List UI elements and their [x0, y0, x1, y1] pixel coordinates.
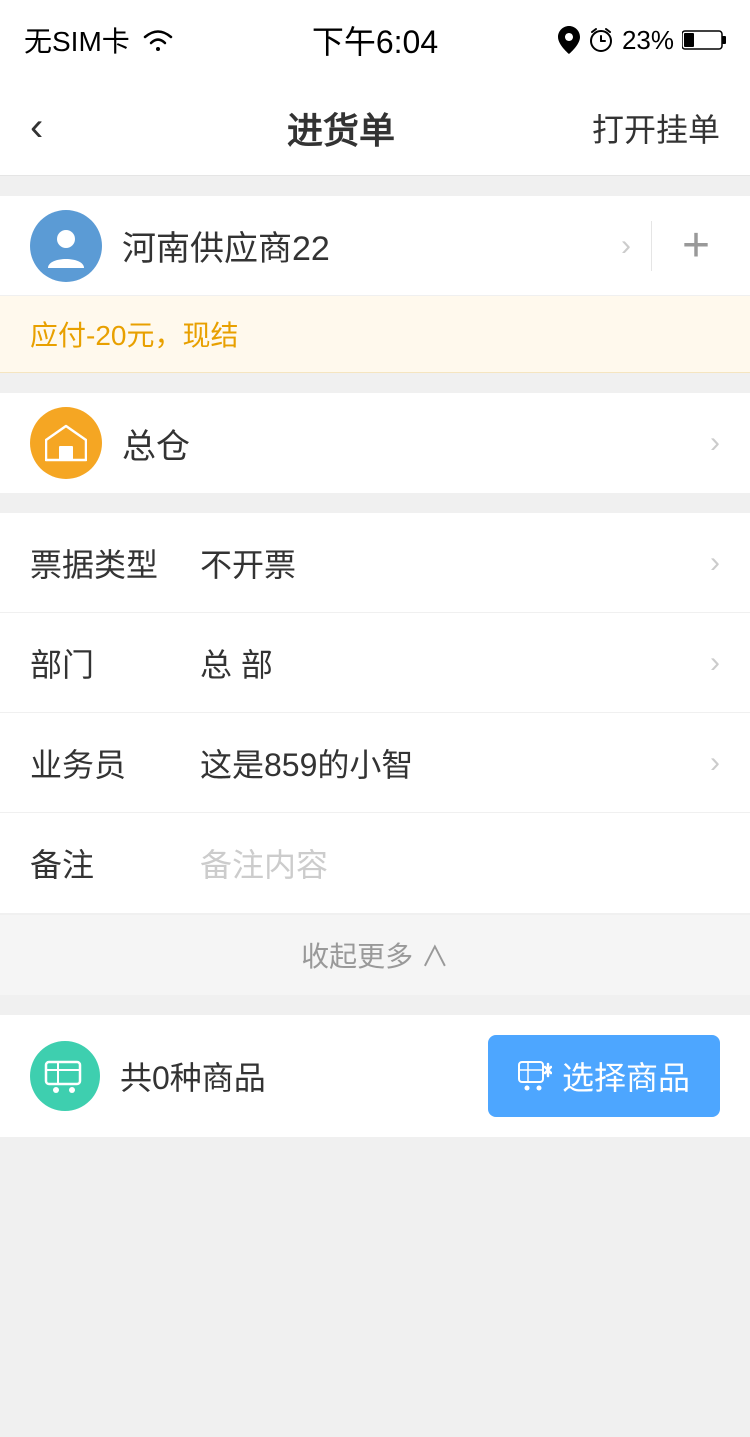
cart-icon [44, 1058, 86, 1094]
warehouse-name: 总仓 [122, 419, 700, 468]
page-background [0, 1137, 750, 1437]
collapse-button[interactable]: 收起更多 ∧ [0, 915, 750, 995]
open-pending-button[interactable]: 打开挂单 [592, 105, 720, 151]
page-title: 进货单 [287, 102, 395, 154]
back-button[interactable]: ‹ [30, 105, 90, 150]
add-supplier-button[interactable]: + [672, 218, 720, 273]
notice-banner: 应付-20元，现结 [0, 296, 750, 373]
select-product-label: 选择商品 [562, 1053, 690, 1099]
invoice-type-row[interactable]: 票据类型 不开票 › [0, 513, 750, 613]
invoice-type-value: 不开票 [180, 540, 710, 586]
salesperson-label: 业务员 [30, 740, 180, 786]
product-icon [30, 1041, 100, 1111]
wifi-icon [140, 27, 176, 53]
battery-label: 23% [622, 25, 674, 56]
status-time: 下午6:04 [312, 17, 438, 63]
status-right: 23% [558, 25, 726, 56]
supplier-divider [651, 221, 652, 271]
remark-label: 备注 [30, 840, 180, 886]
section-gap-1 [0, 176, 750, 196]
remark-row[interactable]: 备注 备注内容 [0, 813, 750, 913]
salesperson-row[interactable]: 业务员 这是859的小智 › [0, 713, 750, 813]
person-icon [44, 224, 88, 268]
notice-text: 应付-20元，现结 [30, 320, 238, 351]
salesperson-chevron-icon: › [710, 746, 720, 780]
alarm-icon [588, 27, 614, 53]
department-row[interactable]: 部门 总 部 › [0, 613, 750, 713]
warehouse-chevron-icon: › [710, 426, 720, 460]
collapse-label: 收起更多 ∧ [301, 935, 449, 975]
product-bar: 共0种商品 选择商品 [0, 1015, 750, 1137]
supplier-section: 河南供应商22 › + [0, 196, 750, 296]
form-section: 票据类型 不开票 › 部门 总 部 › 业务员 这是859的小智 › 备注 备注… [0, 513, 750, 913]
department-chevron-icon: › [710, 646, 720, 680]
carrier-label: 无SIM卡 [24, 20, 130, 60]
salesperson-value: 这是859的小智 [180, 740, 710, 786]
invoice-type-chevron-icon: › [710, 546, 720, 580]
house-icon [45, 424, 87, 462]
warehouse-icon [30, 407, 102, 479]
remark-input[interactable]: 备注内容 [180, 840, 720, 886]
warehouse-section[interactable]: 总仓 › [0, 393, 750, 493]
supplier-chevron-icon: › [621, 229, 631, 263]
department-value: 总 部 [180, 640, 710, 686]
status-bar: 无SIM卡 下午6:04 23% [0, 0, 750, 80]
department-label: 部门 [30, 640, 180, 686]
supplier-name[interactable]: 河南供应商22 [122, 221, 611, 270]
location-icon [558, 26, 580, 54]
invoice-type-label: 票据类型 [30, 540, 180, 586]
status-left: 无SIM卡 [24, 20, 176, 60]
nav-bar: ‹ 进货单 打开挂单 [0, 80, 750, 176]
product-count-label: 共0种商品 [120, 1053, 488, 1099]
select-product-button[interactable]: 选择商品 [488, 1035, 720, 1117]
battery-icon [682, 29, 726, 51]
select-cart-icon [518, 1061, 552, 1091]
supplier-avatar [30, 210, 102, 282]
